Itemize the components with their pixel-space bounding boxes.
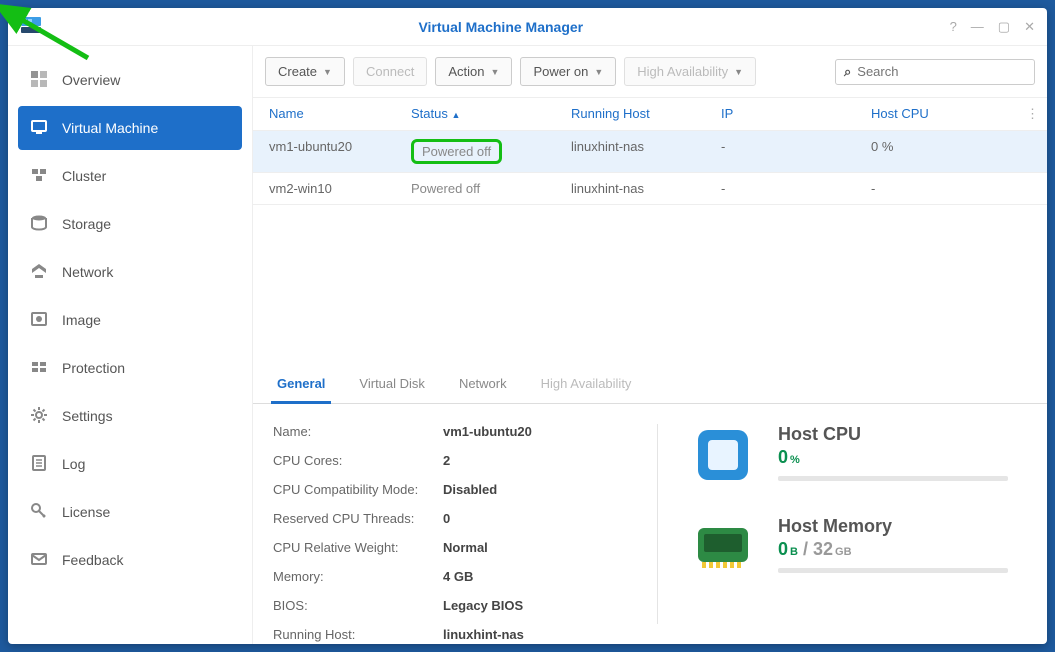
main-content: Create▼ Connect Action▼ Power on▼ High A… [253,46,1047,644]
vm-cpu: 0 % [871,139,1039,164]
search-input[interactable] [857,64,1033,79]
chevron-down-icon: ▼ [323,67,332,77]
sidebar-item-virtual-machine[interactable]: Virtual Machine [18,106,242,150]
detail-cards: Host CPU 0% Host Memory 0B [682,424,1027,624]
sidebar-item-label: Image [62,312,101,328]
sidebar-item-network[interactable]: Network [18,250,242,294]
column-menu-icon[interactable]: ⋮ [1026,106,1039,122]
vm-name: vm2-win10 [261,181,411,196]
toolbar: Create▼ Connect Action▼ Power on▼ High A… [253,46,1047,98]
col-status-header[interactable]: Status ▲ [411,106,571,122]
sidebar-item-license[interactable]: License [18,490,242,534]
sort-asc-icon: ▲ [451,110,460,120]
details-keyvalues: Name:vm1-ubuntu20 CPU Cores:2 CPU Compat… [273,424,633,624]
gear-icon [30,406,48,427]
vertical-divider [657,424,658,624]
sidebar-item-storage[interactable]: Storage [18,202,242,246]
action-button[interactable]: Action▼ [435,57,512,86]
host-cpu-bar [778,476,1008,481]
sidebar-item-label: Storage [62,216,111,232]
key-icon [30,502,48,523]
sidebar-item-label: Settings [62,408,113,424]
window: Virtual Machine Manager ? — ▢ ✕ Overview… [8,8,1047,644]
col-name-header[interactable]: Name [261,106,411,122]
host-memory-card: Host Memory 0B / 32GB [692,516,1027,578]
search-box[interactable]: ⌕ [835,59,1035,85]
vm-cpu: - [871,181,1039,196]
create-button[interactable]: Create▼ [265,57,345,86]
window-title: Virtual Machine Manager [52,19,950,35]
table-row[interactable]: vm1-ubuntu20 Powered off linuxhint-nas -… [253,131,1047,173]
host-cpu-label: Host CPU [778,424,1008,445]
chevron-down-icon: ▼ [491,67,500,77]
ha-button[interactable]: High Availability▼ [624,57,756,86]
host-cpu-card: Host CPU 0% [692,424,1027,486]
col-ip-header[interactable]: IP [721,106,871,122]
memory-icon [692,516,754,578]
log-icon [30,454,48,475]
mail-icon [30,550,48,571]
table-header: Name Status ▲ Running Host IP Host CPU ⋮ [253,98,1047,131]
vm-icon [30,118,48,139]
sidebar-item-protection[interactable]: Protection [18,346,242,390]
sidebar-item-label: Network [62,264,113,280]
sidebar: Overview Virtual Machine Cluster Storage… [8,46,253,644]
vm-host: linuxhint-nas [571,181,721,196]
cluster-icon [30,166,48,187]
cpu-icon [692,424,754,486]
status-highlight: Powered off [411,139,502,164]
sidebar-item-label: License [62,504,110,520]
overview-icon [30,70,48,91]
help-icon[interactable]: ? [950,19,957,35]
sidebar-item-label: Log [62,456,85,472]
sidebar-item-label: Cluster [62,168,106,184]
vm-status: Powered off [411,181,571,196]
chevron-down-icon: ▼ [734,67,743,77]
search-icon: ⌕ [844,64,851,80]
sidebar-item-label: Feedback [62,552,123,568]
sidebar-item-label: Protection [62,360,125,376]
chevron-down-icon: ▼ [594,67,603,77]
power-button[interactable]: Power on▼ [520,57,616,86]
connect-button[interactable]: Connect [353,57,427,86]
details-tabs: General Virtual Disk Network High Availa… [253,366,1047,404]
sidebar-item-cluster[interactable]: Cluster [18,154,242,198]
vm-name: vm1-ubuntu20 [261,139,411,164]
host-cpu-value: 0% [778,447,1008,468]
tab-high-availability[interactable]: High Availability [535,366,638,403]
sidebar-item-settings[interactable]: Settings [18,394,242,438]
tab-network[interactable]: Network [453,366,513,403]
maximize-icon[interactable]: ▢ [998,19,1010,35]
sidebar-item-label: Overview [62,72,120,88]
storage-icon [30,214,48,235]
sidebar-item-overview[interactable]: Overview [18,58,242,102]
sidebar-item-label: Virtual Machine [62,120,158,136]
network-icon [30,262,48,283]
close-icon[interactable]: ✕ [1024,19,1035,35]
table-row[interactable]: vm2-win10 Powered off linuxhint-nas - - [253,173,1047,205]
titlebar: Virtual Machine Manager ? — ▢ ✕ [8,8,1047,46]
minimize-icon[interactable]: — [971,19,984,35]
vm-ip: - [721,139,871,164]
vm-host: linuxhint-nas [571,139,721,164]
image-icon [30,310,48,331]
details-body: Name:vm1-ubuntu20 CPU Cores:2 CPU Compat… [253,404,1047,644]
sidebar-item-feedback[interactable]: Feedback [18,538,242,582]
tab-general[interactable]: General [271,366,331,403]
host-memory-value: 0B / 32GB [778,539,1008,560]
arrow-annotation [8,46,98,62]
vm-ip: - [721,181,871,196]
sidebar-item-log[interactable]: Log [18,442,242,486]
sidebar-item-image[interactable]: Image [18,298,242,342]
vm-status: Powered off [411,139,571,164]
tab-virtual-disk[interactable]: Virtual Disk [353,366,431,403]
window-controls: ? — ▢ ✕ [950,19,1035,35]
col-host-header[interactable]: Running Host [571,106,721,122]
host-memory-label: Host Memory [778,516,1008,537]
host-memory-bar [778,568,1008,573]
col-cpu-header[interactable]: Host CPU [871,106,1026,122]
protection-icon [30,358,48,379]
